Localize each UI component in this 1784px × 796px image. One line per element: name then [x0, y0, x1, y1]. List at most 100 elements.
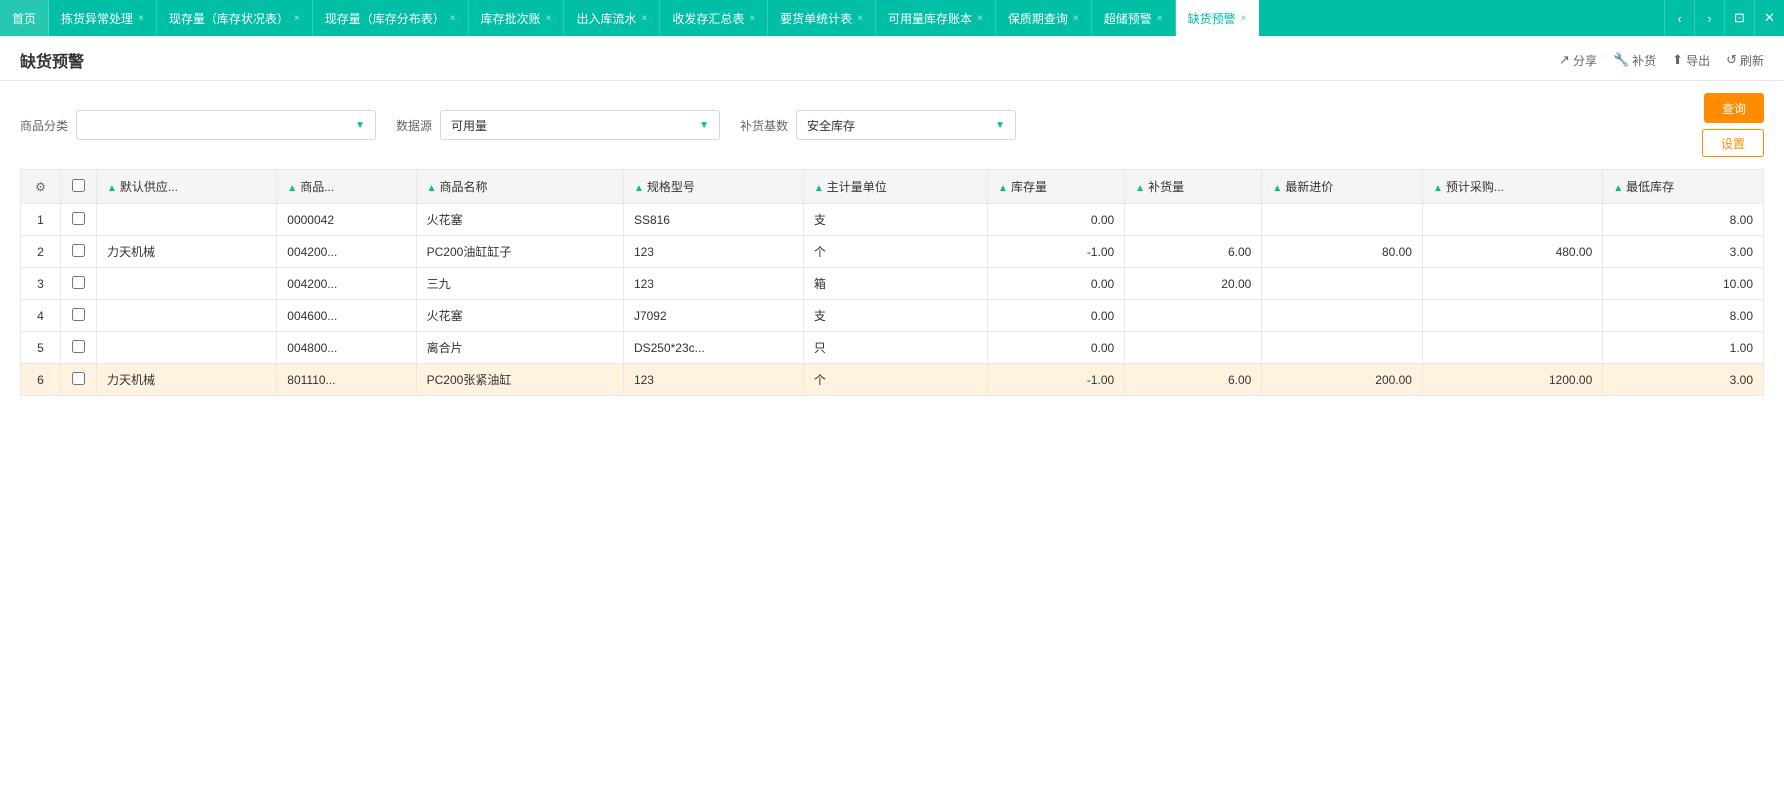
th-est-purchase[interactable]: ▲预计采购...	[1422, 170, 1602, 204]
nav-tab-receivable[interactable]: 收发存汇总表×	[660, 0, 768, 36]
nav-tab-batch[interactable]: 库存批次账 ×	[469, 0, 565, 36]
th-replenish-qty[interactable]: ▲补货量	[1125, 170, 1262, 204]
th-min-stock[interactable]: ▲最低库存	[1603, 170, 1764, 204]
cell-product-name: 三九	[416, 268, 623, 300]
scroll-left-btn[interactable]: ‹	[1664, 0, 1694, 36]
nav-tab-close-inout[interactable]: ×	[641, 13, 647, 24]
nav-tab-close-overstock[interactable]: ×	[1157, 13, 1163, 24]
th-latest-price[interactable]: ▲最新进价	[1262, 170, 1423, 204]
nav-tab-label-exception: 拣货异常处理	[61, 10, 133, 27]
category-select[interactable]: ▼	[76, 110, 376, 140]
nav-tab-home[interactable]: 首页	[0, 0, 49, 36]
row-checkbox[interactable]	[72, 372, 85, 385]
filter-area: 商品分类 ▼ 数据源 可用量 ▼ 补货基数 安全库存 ▼ 查询 设置	[0, 81, 1784, 169]
th-supplier[interactable]: ▲默认供应...	[97, 170, 277, 204]
table-row[interactable]: 6力天机械801110...PC200张紧油缸123个-1.006.00200.…	[21, 364, 1764, 396]
refresh-btn[interactable]: ↺ 刷新	[1726, 52, 1764, 69]
nav-tab-purchase-stat[interactable]: 要货单统计表 ×	[768, 0, 876, 36]
table-row[interactable]: 5004800...离合片DS250*23c...只0.001.00	[21, 332, 1764, 364]
query-button[interactable]: 查询	[1704, 93, 1764, 123]
th-spec[interactable]: ▲规格型号	[623, 170, 803, 204]
nav-tab-close-receivable[interactable]: ×	[749, 13, 755, 24]
replenish-value: 安全库存	[807, 117, 855, 134]
nav-tab-close-stock-dist[interactable]: ×	[450, 13, 456, 24]
select-all-checkbox[interactable]	[72, 179, 85, 192]
nav-tab-shortage[interactable]: 缺货预警 ×	[1176, 0, 1260, 36]
row-checkbox[interactable]	[72, 340, 85, 353]
nav-tab-label-shortage: 缺货预警	[1188, 10, 1236, 27]
cell-min-stock: 3.00	[1603, 236, 1764, 268]
row-checkbox[interactable]	[72, 308, 85, 321]
table-row[interactable]: 2力天机械004200...PC200油缸缸子123个-1.006.0080.0…	[21, 236, 1764, 268]
nav-tab-available-ledger[interactable]: 可用量库存账本×	[876, 0, 996, 36]
cell-index: 1	[21, 204, 61, 236]
th-label-min-stock: 最低库存	[1626, 180, 1674, 194]
nav-tab-close-stock-status[interactable]: ×	[294, 13, 300, 24]
cell-spec: 123	[623, 364, 803, 396]
sort-icon-est-purchase: ▲	[1433, 183, 1443, 194]
replenish-btn[interactable]: 🔧 补货	[1613, 52, 1656, 69]
cell-replenish-qty	[1125, 332, 1262, 364]
cell-spec: SS816	[623, 204, 803, 236]
cell-unit: 个	[803, 236, 987, 268]
cell-replenish-qty: 6.00	[1125, 236, 1262, 268]
replenish-select[interactable]: 安全库存 ▼	[796, 110, 1016, 140]
table-row[interactable]: 4004600...火花塞J7092支0.008.00	[21, 300, 1764, 332]
th-label-unit: 主计量单位	[827, 180, 887, 194]
nav-tab-close-batch[interactable]: ×	[546, 13, 552, 24]
nav-tab-label-stock-dist: 现存量（库存分布表）	[325, 10, 445, 27]
cell-checkbox	[61, 364, 97, 396]
cell-latest-price: 80.00	[1262, 236, 1423, 268]
nav-tab-label-inout: 出入库流水	[576, 10, 636, 27]
datasource-select[interactable]: 可用量 ▼	[440, 110, 720, 140]
table-row[interactable]: 10000042火花塞SS816支0.008.00	[21, 204, 1764, 236]
nav-tab-label-purchase-stat: 要货单统计表	[780, 10, 852, 27]
nav-tab-label-batch: 库存批次账	[481, 10, 541, 27]
th-stock[interactable]: ▲库存量	[988, 170, 1125, 204]
table-body: 10000042火花塞SS816支0.008.002力天机械004200...P…	[21, 204, 1764, 396]
row-checkbox[interactable]	[72, 276, 85, 289]
cell-stock: -1.00	[988, 364, 1125, 396]
nav-tab-exception[interactable]: 拣货异常处理 ×	[49, 0, 157, 36]
nav-tab-inout[interactable]: 出入库流水 ×	[564, 0, 660, 36]
table-row[interactable]: 3004200...三九123箱0.0020.0010.00	[21, 268, 1764, 300]
nav-tab-close-shortage[interactable]: ×	[1241, 13, 1247, 24]
row-checkbox[interactable]	[72, 212, 85, 225]
export-btn[interactable]: ⬆ 导出	[1672, 52, 1710, 69]
cell-stock: -1.00	[988, 236, 1125, 268]
scroll-right-btn[interactable]: ›	[1694, 0, 1724, 36]
sort-icon-product-code: ▲	[287, 183, 297, 194]
nav-tab-close-expiry[interactable]: ×	[1073, 13, 1079, 24]
cell-supplier: 力天机械	[97, 236, 277, 268]
th-product-name[interactable]: ▲商品名称	[416, 170, 623, 204]
datasource-value: 可用量	[451, 117, 487, 134]
share-btn[interactable]: ↗ 分享	[1559, 52, 1597, 69]
nav-tab-close-purchase-stat[interactable]: ×	[857, 13, 863, 24]
sort-icon-unit: ▲	[814, 183, 824, 194]
nav-tab-close-available-ledger[interactable]: ×	[977, 13, 983, 24]
th-label-stock: 库存量	[1011, 180, 1047, 194]
th-checkbox	[61, 170, 97, 204]
nav-tab-stock-status[interactable]: 现存量（库存状况表） ×	[157, 0, 313, 36]
row-checkbox[interactable]	[72, 244, 85, 257]
settings-gear-icon[interactable]: ⚙	[35, 180, 46, 194]
nav-tab-expiry[interactable]: 保质期查询×	[996, 0, 1092, 36]
settings-button[interactable]: 设置	[1702, 129, 1764, 157]
close-all-btn[interactable]: ✕	[1754, 0, 1784, 36]
cell-product-name: 离合片	[416, 332, 623, 364]
refresh-icon: ↺	[1726, 52, 1737, 68]
nav-tab-label-stock-status: 现存量（库存状况表）	[169, 10, 289, 27]
th-unit[interactable]: ▲主计量单位	[803, 170, 987, 204]
nav-tab-stock-dist[interactable]: 现存量（库存分布表） ×	[313, 0, 469, 36]
th-product-code[interactable]: ▲商品...	[277, 170, 416, 204]
nav-tab-close-exception[interactable]: ×	[138, 13, 144, 24]
cell-supplier	[97, 268, 277, 300]
cell-replenish-qty: 6.00	[1125, 364, 1262, 396]
cell-index: 4	[21, 300, 61, 332]
restore-btn[interactable]: ⊡	[1724, 0, 1754, 36]
cell-stock: 0.00	[988, 300, 1125, 332]
replenish-icon: 🔧	[1613, 52, 1629, 68]
th-label-replenish-qty: 补货量	[1148, 180, 1184, 194]
cell-unit: 箱	[803, 268, 987, 300]
nav-tab-overstock[interactable]: 超储预警×	[1092, 0, 1176, 36]
